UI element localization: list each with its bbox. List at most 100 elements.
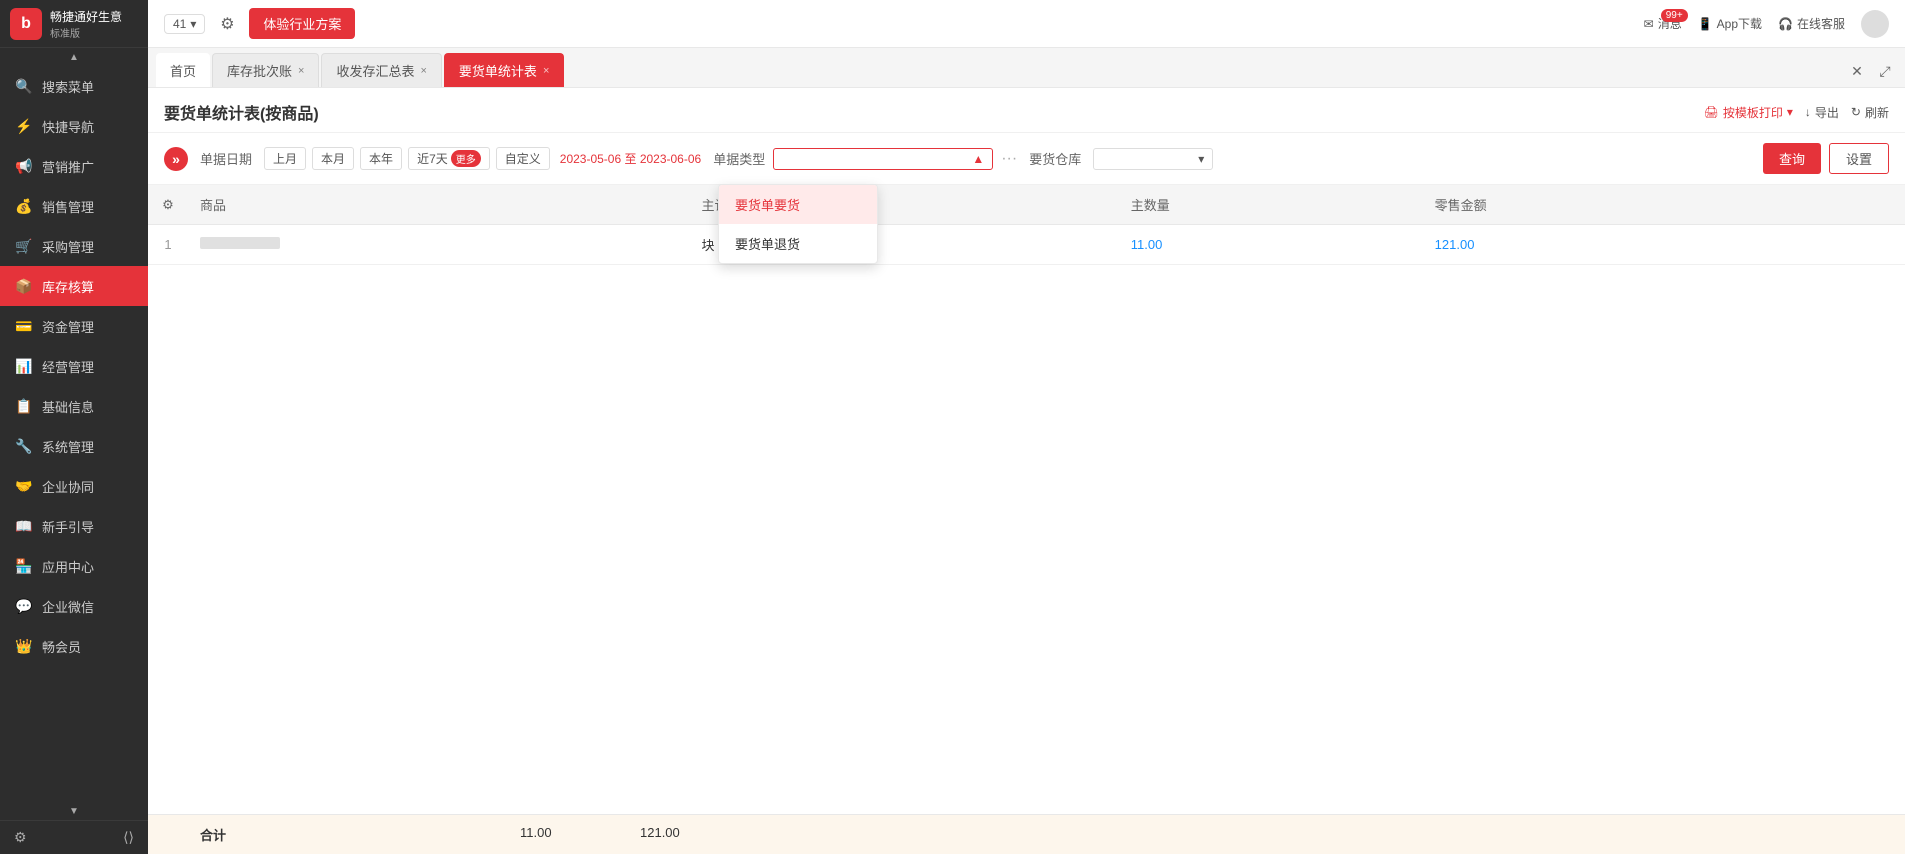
sidebar-logo: b 畅捷通好生意 标准版 bbox=[0, 0, 148, 48]
phone-icon: 📱 bbox=[1698, 17, 1713, 31]
sidebar-item-appcenter[interactable]: 🏪 应用中心 bbox=[0, 546, 148, 586]
tab-close-inventory-batch[interactable]: × bbox=[298, 65, 304, 77]
date-last-7days[interactable]: 近7天 更多 bbox=[408, 147, 490, 170]
tab-order-stats[interactable]: 要货单统计表 × bbox=[444, 53, 564, 87]
row-qty: 11.00 bbox=[1119, 225, 1423, 265]
type-select-input[interactable] bbox=[782, 152, 972, 166]
table-footer: 合计 11.00 121.00 bbox=[148, 814, 1905, 854]
date-quick-buttons: 上月 本月 本年 近7天 更多 自定义 2023-05-06 至 2023-06… bbox=[264, 147, 701, 170]
topbar-gear-button[interactable]: ⚙ bbox=[213, 10, 241, 38]
filter-expand-button[interactable]: » bbox=[164, 147, 188, 171]
tabs-expand-button[interactable]: ⤢ bbox=[1873, 59, 1897, 83]
date-this-year[interactable]: 本年 bbox=[360, 147, 402, 170]
tab-home[interactable]: 首页 bbox=[156, 53, 210, 87]
tab-receive-send[interactable]: 收发存汇总表 × bbox=[321, 53, 441, 87]
sidebar-footer: ⚙ ⟨⟩ bbox=[0, 820, 148, 854]
table-col-settings[interactable]: ⚙ bbox=[148, 185, 188, 225]
marketing-icon: 📢 bbox=[14, 156, 34, 176]
sidebar-item-quicknav[interactable]: ⚡ 快捷导航 bbox=[0, 106, 148, 146]
trial-button[interactable]: 体验行业方案 bbox=[249, 8, 355, 39]
footer-total-label: 合计 bbox=[200, 825, 400, 844]
message-icon: ✉ bbox=[1644, 17, 1654, 31]
warehouse-dropdown-icon: ▾ bbox=[1198, 152, 1204, 166]
sidebar-item-guide[interactable]: 📖 新手引导 bbox=[0, 506, 148, 546]
sidebar-item-management[interactable]: 📊 经营管理 bbox=[0, 346, 148, 386]
logo-icon: b bbox=[10, 8, 42, 40]
topbar: 41 ▾ ⚙ 体验行业方案 ✉ 消息 99+ 📱 App下载 🎧 在线客服 bbox=[148, 0, 1905, 48]
enterprise-icon: 🤝 bbox=[14, 476, 34, 496]
purchase-icon: 🛒 bbox=[14, 236, 34, 256]
tab-close-receive-send[interactable]: × bbox=[420, 65, 426, 77]
sidebar-item-search[interactable]: 🔍 搜索菜单 bbox=[0, 66, 148, 106]
corpwechat-icon: 💬 bbox=[14, 596, 34, 616]
footer-amount-value: 121.00 bbox=[640, 825, 760, 844]
sidebar-item-marketing[interactable]: 📢 营销推广 bbox=[0, 146, 148, 186]
tab-inventory-batch[interactable]: 库存批次账 × bbox=[212, 53, 319, 87]
print-button[interactable]: 🖨 按模板打印 ▾ bbox=[1704, 104, 1793, 121]
dropdown-item-order-goods[interactable]: 要货单要货 bbox=[719, 185, 877, 224]
sidebar-item-member[interactable]: 👑 畅会员 bbox=[0, 626, 148, 666]
sidebar-scroll-up[interactable]: ▲ bbox=[0, 48, 148, 66]
sidebar-item-purchase[interactable]: 🛒 采购管理 bbox=[0, 226, 148, 266]
main-content: 41 ▾ ⚙ 体验行业方案 ✉ 消息 99+ 📱 App下载 🎧 在线客服 bbox=[148, 0, 1905, 854]
date-custom[interactable]: 自定义 bbox=[496, 147, 550, 170]
filter-action-buttons: 查询 设置 bbox=[1763, 143, 1889, 174]
export-button[interactable]: ↓ 导出 bbox=[1805, 104, 1839, 121]
sidebar-item-corpwechat[interactable]: 💬 企业微信 bbox=[0, 586, 148, 626]
member-icon: 👑 bbox=[14, 636, 34, 656]
refresh-button[interactable]: ↻ 刷新 bbox=[1851, 104, 1889, 121]
system-icon: 🔧 bbox=[14, 436, 34, 456]
page-title: 要货单统计表(按商品) bbox=[164, 100, 319, 124]
sidebar-item-sales[interactable]: 💰 销售管理 bbox=[0, 186, 148, 226]
guide-icon: 📖 bbox=[14, 516, 34, 536]
table-col-product: 商品 bbox=[188, 185, 690, 225]
tab-close-order-stats[interactable]: × bbox=[543, 65, 549, 77]
headset-icon: 🎧 bbox=[1778, 17, 1793, 31]
app-download-button[interactable]: 📱 App下载 bbox=[1698, 15, 1762, 32]
data-table: ⚙ 商品 主计量单位 主数量 零售金额 1 块 bbox=[148, 185, 1905, 265]
print-dropdown-icon: ▾ bbox=[1787, 105, 1793, 119]
sidebar-settings-icon[interactable]: ⚙ bbox=[14, 829, 27, 846]
message-badge: 99+ bbox=[1661, 9, 1688, 22]
sidebar-scroll-down[interactable]: ▼ bbox=[0, 802, 148, 820]
warehouse-select[interactable]: ▾ bbox=[1093, 148, 1213, 170]
warehouse-filter-label: 要货仓库 bbox=[1029, 149, 1081, 168]
sidebar-item-inventory[interactable]: 📦 库存核算 bbox=[0, 266, 148, 306]
topbar-right: ✉ 消息 99+ 📱 App下载 🎧 在线客服 bbox=[1644, 10, 1889, 38]
date-filter-label: 单据日期 bbox=[200, 149, 252, 168]
tabs-close-all-button[interactable]: ✕ bbox=[1845, 59, 1869, 83]
page-header: 要货单统计表(按商品) 🖨 按模板打印 ▾ ↓ 导出 ↻ 刷新 bbox=[148, 88, 1905, 133]
tabs-right-controls: ✕ ⤢ bbox=[1845, 59, 1897, 87]
print-icon: 🖨 bbox=[1704, 105, 1719, 119]
data-table-container: ⚙ 商品 主计量单位 主数量 零售金额 1 块 bbox=[148, 185, 1905, 814]
sidebar-item-enterprise[interactable]: 🤝 企业协同 bbox=[0, 466, 148, 506]
type-dropdown-menu: 要货单要货 要货单退货 bbox=[718, 184, 878, 264]
store-selector[interactable]: 41 ▾ bbox=[164, 14, 205, 34]
query-button[interactable]: 查询 bbox=[1763, 143, 1821, 174]
row-product bbox=[188, 225, 690, 265]
dropdown-item-order-return[interactable]: 要货单退货 bbox=[719, 224, 877, 263]
sales-icon: 💰 bbox=[14, 196, 34, 216]
table-col-amount: 零售金额 bbox=[1423, 185, 1790, 225]
more-filters-icon[interactable]: ··· bbox=[1001, 150, 1017, 168]
sidebar-item-finance[interactable]: 💳 资金管理 bbox=[0, 306, 148, 346]
user-avatar[interactable] bbox=[1861, 10, 1889, 38]
sidebar-item-system[interactable]: 🔧 系统管理 bbox=[0, 426, 148, 466]
sidebar-items: 🔍 搜索菜单 ⚡ 快捷导航 📢 营销推广 💰 销售管理 🛒 采购管理 📦 库存核… bbox=[0, 66, 148, 802]
sidebar-item-baseinfo[interactable]: 📋 基础信息 bbox=[0, 386, 148, 426]
message-button[interactable]: ✉ 消息 99+ bbox=[1644, 15, 1682, 32]
sidebar-collapse-icon[interactable]: ⟨⟩ bbox=[123, 829, 134, 846]
quicknav-icon: ⚡ bbox=[14, 116, 34, 136]
date-this-month[interactable]: 本月 bbox=[312, 147, 354, 170]
date-range-display: 2023-05-06 至 2023-06-06 bbox=[560, 150, 701, 167]
online-service-button[interactable]: 🎧 在线客服 bbox=[1778, 15, 1845, 32]
type-filter-section: 单据类型 ▲ ··· bbox=[713, 148, 1017, 170]
finance-icon: 💳 bbox=[14, 316, 34, 336]
date-last-month[interactable]: 上月 bbox=[264, 147, 306, 170]
export-icon: ↓ bbox=[1805, 105, 1811, 119]
logo-text: 畅捷通好生意 标准版 bbox=[50, 8, 122, 40]
type-select[interactable]: ▲ bbox=[773, 148, 993, 170]
type-select-arrow-icon[interactable]: ▲ bbox=[972, 152, 984, 166]
page-content: 要货单统计表(按商品) 🖨 按模板打印 ▾ ↓ 导出 ↻ 刷新 » bbox=[148, 88, 1905, 854]
table-setting-button[interactable]: 设置 bbox=[1829, 143, 1889, 174]
